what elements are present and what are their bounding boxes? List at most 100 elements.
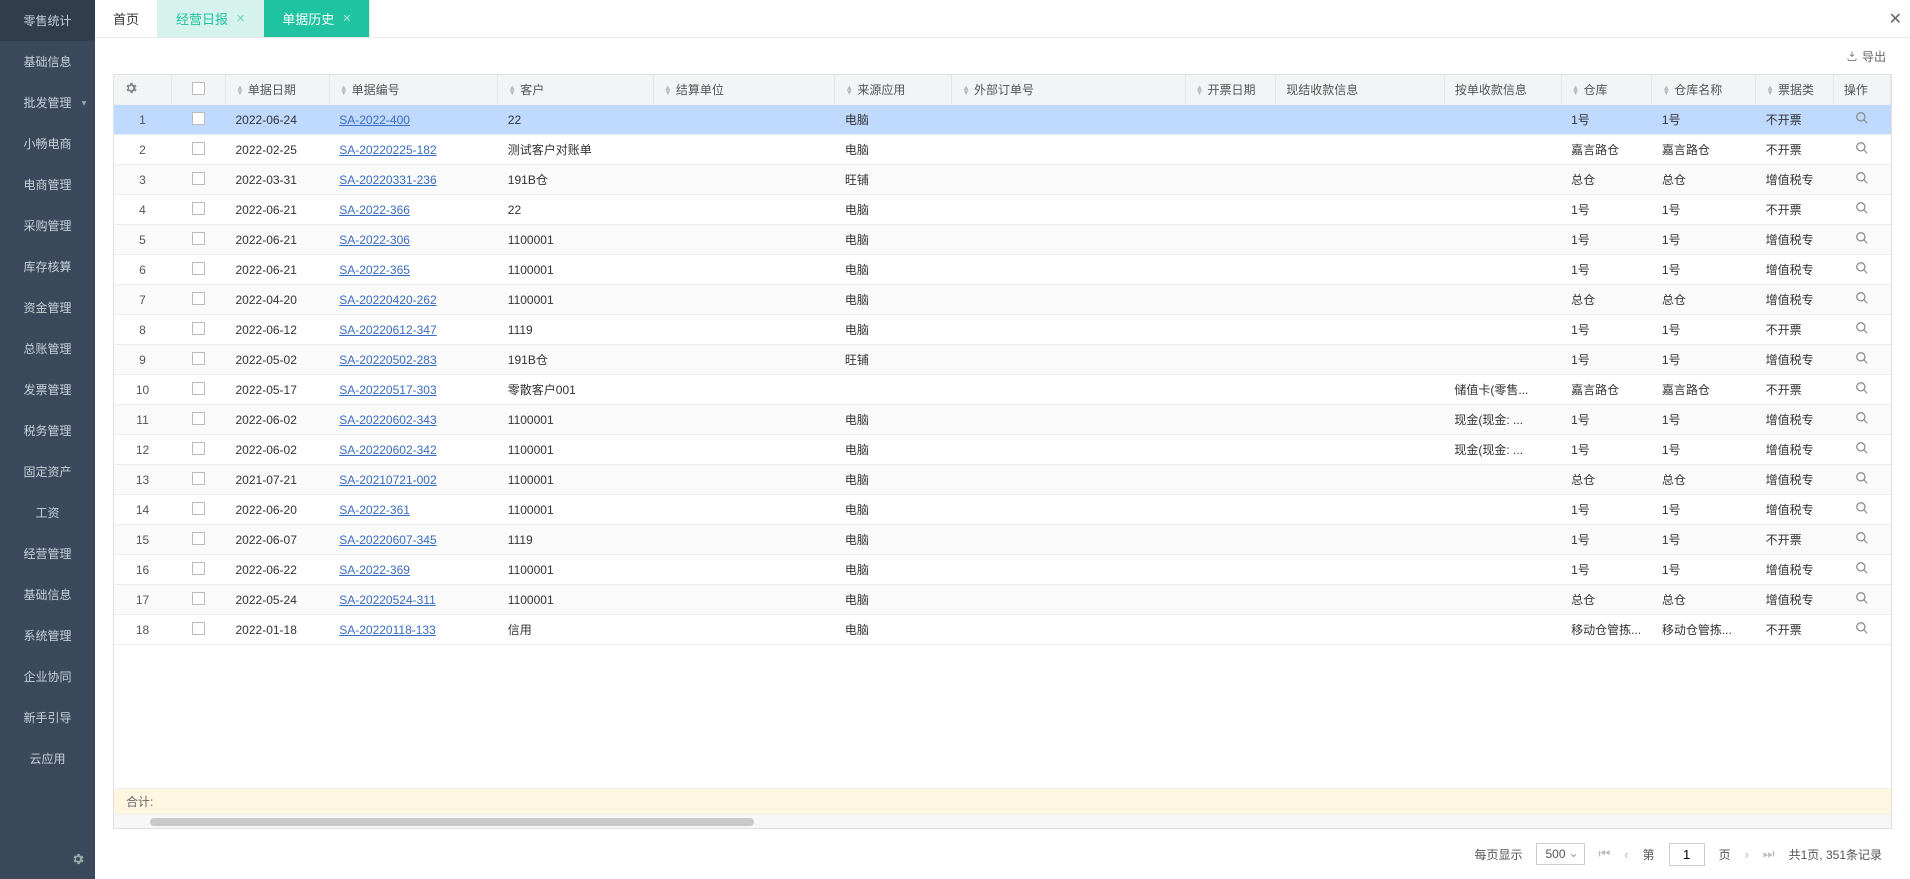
cell-action[interactable]	[1833, 225, 1890, 255]
cell-docno[interactable]: SA-20220118-133	[329, 615, 498, 645]
sidebar-item-8[interactable]: 总账管理	[0, 328, 95, 369]
cell-docno[interactable]: SA-20220331-236	[329, 165, 498, 195]
page-input[interactable]	[1669, 843, 1705, 866]
sidebar-item-13[interactable]: 经营管理	[0, 533, 95, 574]
row-checkbox-cell[interactable]	[171, 555, 225, 585]
cell-action[interactable]	[1833, 195, 1890, 225]
cell-action[interactable]	[1833, 465, 1890, 495]
cell-docno[interactable]: SA-20210721-002	[329, 465, 498, 495]
row-checkbox[interactable]	[192, 472, 205, 485]
row-checkbox[interactable]	[192, 352, 205, 365]
sidebar-item-1[interactable]: 基础信息	[0, 41, 95, 82]
row-checkbox-cell[interactable]	[171, 375, 225, 405]
table-row[interactable]: 182022-01-18SA-20220118-133信用电脑移动仓管拣...移…	[114, 615, 1891, 645]
page-next-icon[interactable]: ›	[1745, 847, 1749, 862]
row-checkbox[interactable]	[192, 532, 205, 545]
tabbar-close-icon[interactable]: ✕	[1889, 9, 1902, 29]
row-checkbox[interactable]	[192, 292, 205, 305]
col-extno[interactable]: ▲▼外部订单号	[952, 75, 1185, 105]
table-row[interactable]: 162022-06-22SA-2022-3691100001电脑1号1号增值税专	[114, 555, 1891, 585]
sidebar-settings-icon[interactable]	[0, 842, 95, 879]
col-whname[interactable]: ▲▼仓库名称	[1652, 75, 1756, 105]
page-last-icon[interactable]: ⏭	[1763, 846, 1775, 862]
col-wh[interactable]: ▲▼仓库	[1561, 75, 1652, 105]
col-docno[interactable]: ▲▼单据编号	[329, 75, 498, 105]
cell-docno[interactable]: SA-2022-306	[329, 225, 498, 255]
cell-docno[interactable]: SA-2022-361	[329, 495, 498, 525]
cell-docno[interactable]: SA-20220602-342	[329, 435, 498, 465]
col-checkbox-all[interactable]	[171, 75, 225, 105]
tab-close-icon[interactable]: ✕	[342, 12, 351, 25]
col-date[interactable]: ▲▼单据日期	[226, 75, 330, 105]
table-row[interactable]: 172022-05-24SA-20220524-3111100001电脑总仓总仓…	[114, 585, 1891, 615]
table-row[interactable]: 82022-06-12SA-20220612-3471119电脑1号1号不开票	[114, 315, 1891, 345]
cell-action[interactable]	[1833, 555, 1890, 585]
table-row[interactable]: 112022-06-02SA-20220602-3431100001电脑现金(现…	[114, 405, 1891, 435]
sidebar-item-17[interactable]: 新手引导	[0, 697, 95, 738]
cell-action[interactable]	[1833, 315, 1890, 345]
cell-docno[interactable]: SA-20220225-182	[329, 135, 498, 165]
table-row[interactable]: 132021-07-21SA-20210721-0021100001电脑总仓总仓…	[114, 465, 1891, 495]
row-checkbox[interactable]	[192, 262, 205, 275]
cell-docno[interactable]: SA-20220612-347	[329, 315, 498, 345]
row-checkbox[interactable]	[192, 382, 205, 395]
cell-action[interactable]	[1833, 435, 1890, 465]
row-checkbox-cell[interactable]	[171, 525, 225, 555]
col-settle[interactable]: ▲▼结算单位	[653, 75, 835, 105]
export-button[interactable]: 导出	[1846, 48, 1886, 65]
sidebar-item-3[interactable]: 小畅电商	[0, 123, 95, 164]
col-customer[interactable]: ▲▼客户	[498, 75, 654, 105]
col-source[interactable]: ▲▼来源应用	[835, 75, 952, 105]
tab-2[interactable]: 单据历史✕	[264, 0, 370, 37]
cell-action[interactable]	[1833, 585, 1890, 615]
cell-docno[interactable]: SA-20220524-311	[329, 585, 498, 615]
sidebar-item-14[interactable]: 基础信息	[0, 574, 95, 615]
cell-action[interactable]	[1833, 105, 1890, 135]
row-checkbox-cell[interactable]	[171, 165, 225, 195]
row-checkbox[interactable]	[192, 442, 205, 455]
row-checkbox-cell[interactable]	[171, 465, 225, 495]
table-row[interactable]: 62022-06-21SA-2022-3651100001电脑1号1号增值税专	[114, 255, 1891, 285]
row-checkbox-cell[interactable]	[171, 315, 225, 345]
row-checkbox[interactable]	[192, 622, 205, 635]
table-row[interactable]: 152022-06-07SA-20220607-3451119电脑1号1号不开票	[114, 525, 1891, 555]
row-checkbox[interactable]	[192, 172, 205, 185]
row-checkbox[interactable]	[192, 412, 205, 425]
cell-action[interactable]	[1833, 135, 1890, 165]
row-checkbox[interactable]	[192, 322, 205, 335]
row-checkbox[interactable]	[192, 592, 205, 605]
row-checkbox[interactable]	[192, 232, 205, 245]
cell-docno[interactable]: SA-20220502-283	[329, 345, 498, 375]
sidebar-item-18[interactable]: 云应用	[0, 738, 95, 779]
table-row[interactable]: 32022-03-31SA-20220331-236191B仓旺铺总仓总仓增值税…	[114, 165, 1891, 195]
col-cashinfo[interactable]: 现结收款信息	[1276, 75, 1445, 105]
sidebar-item-7[interactable]: 资金管理	[0, 287, 95, 328]
sidebar-item-0[interactable]: 零售统计	[0, 0, 95, 41]
row-checkbox-cell[interactable]	[171, 435, 225, 465]
col-tickettype[interactable]: ▲▼票据类	[1756, 75, 1834, 105]
cell-action[interactable]	[1833, 165, 1890, 195]
sidebar-item-6[interactable]: 库存核算	[0, 246, 95, 287]
page-first-icon[interactable]: ⏮	[1599, 846, 1611, 862]
table-row[interactable]: 12022-06-24SA-2022-40022电脑1号1号不开票	[114, 105, 1891, 135]
cell-action[interactable]	[1833, 345, 1890, 375]
row-checkbox[interactable]	[192, 112, 205, 125]
sidebar-item-4[interactable]: 电商管理	[0, 164, 95, 205]
sidebar-item-5[interactable]: 采购管理	[0, 205, 95, 246]
row-checkbox[interactable]	[192, 142, 205, 155]
cell-docno[interactable]: SA-2022-400	[329, 105, 498, 135]
sidebar-item-2[interactable]: 批发管理	[0, 82, 95, 123]
row-checkbox[interactable]	[192, 562, 205, 575]
cell-docno[interactable]: SA-20220607-345	[329, 525, 498, 555]
row-checkbox[interactable]	[192, 202, 205, 215]
row-checkbox-cell[interactable]	[171, 195, 225, 225]
row-checkbox-cell[interactable]	[171, 255, 225, 285]
cell-docno[interactable]: SA-2022-369	[329, 555, 498, 585]
cell-action[interactable]	[1833, 495, 1890, 525]
cell-docno[interactable]: SA-2022-366	[329, 195, 498, 225]
cell-action[interactable]	[1833, 285, 1890, 315]
sidebar-item-9[interactable]: 发票管理	[0, 369, 95, 410]
table-row[interactable]: 122022-06-02SA-20220602-3421100001电脑现金(现…	[114, 435, 1891, 465]
row-checkbox-cell[interactable]	[171, 225, 225, 255]
cell-action[interactable]	[1833, 375, 1890, 405]
